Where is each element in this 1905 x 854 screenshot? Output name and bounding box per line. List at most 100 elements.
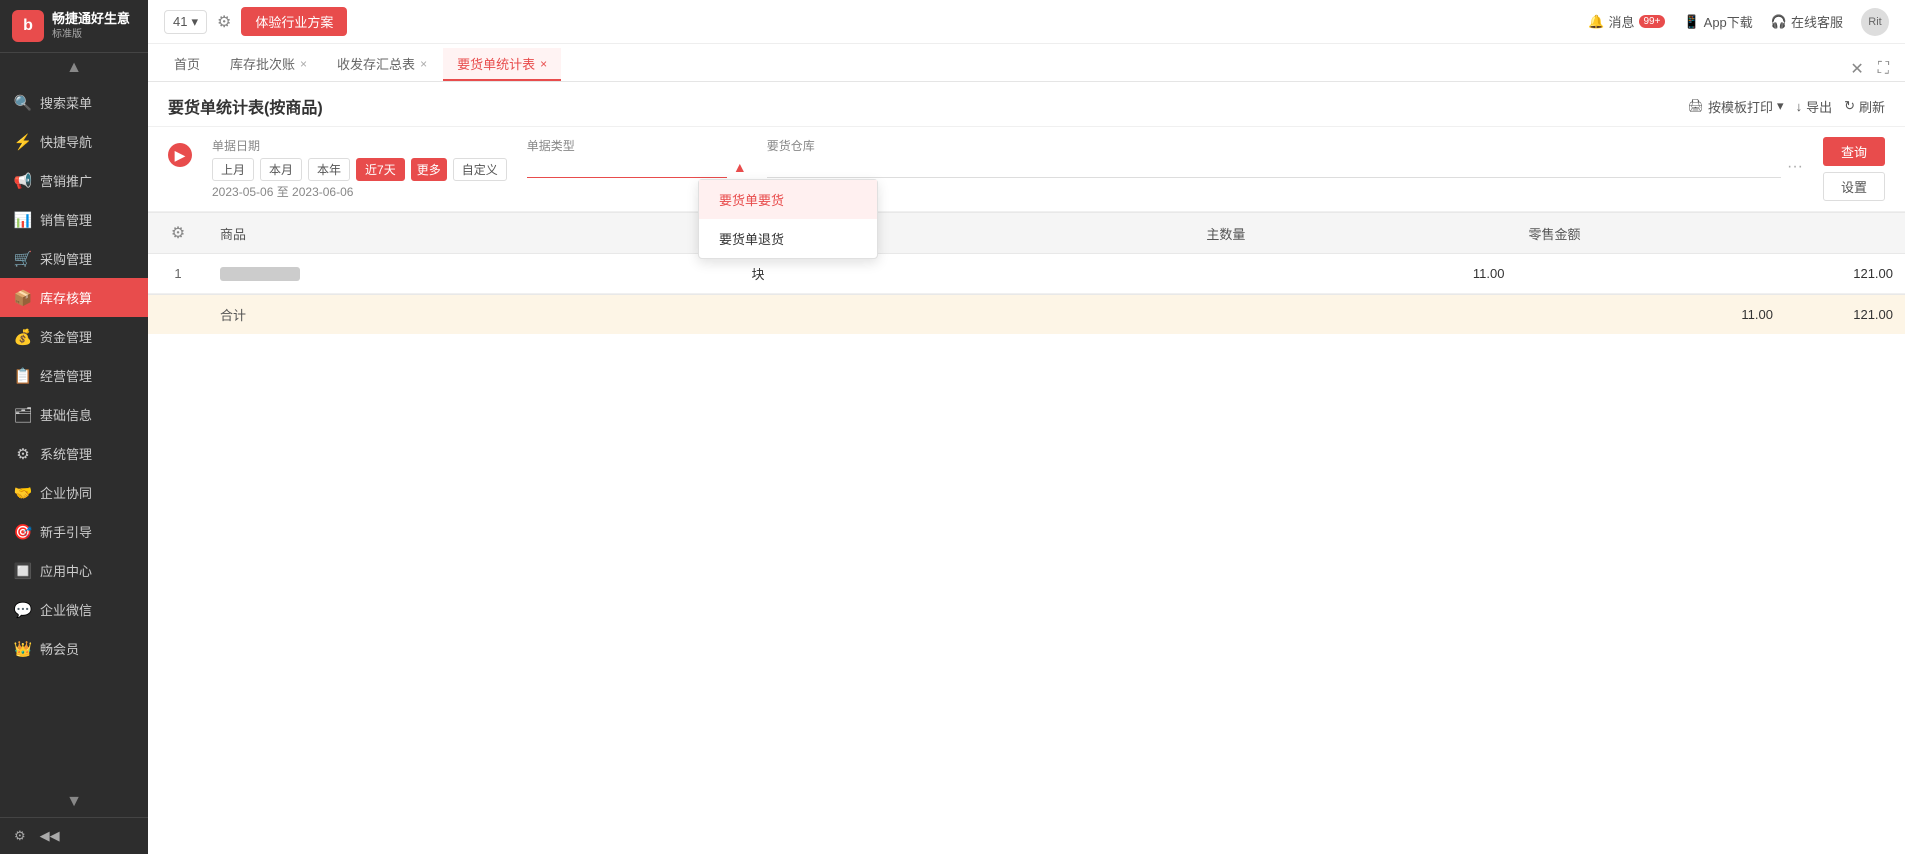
sidebar-item-marketing[interactable]: 📢 营销推广 [0, 161, 148, 200]
date-btn-more[interactable]: 更多 [411, 158, 447, 181]
trial-btn[interactable]: 体验行业方案 [241, 7, 347, 36]
col-settings: ⚙ [148, 213, 208, 254]
sidebar-scroll-up[interactable]: ▲ [0, 53, 148, 83]
sidebar-item-operations[interactable]: 📋 经营管理 [0, 356, 148, 395]
tab-order-stats-label: 要货单统计表 [457, 54, 535, 73]
messages-btn[interactable]: 🔔 消息 99+ [1588, 12, 1665, 31]
tab-order-stats[interactable]: 要货单统计表 × [443, 48, 561, 81]
top-header: 41 ▾ ⚙ 体验行业方案 🔔 消息 99+ 📱 App下载 🎧 在线客服 Ri… [148, 0, 1905, 44]
filter-warehouse-group: 要货仓库 ··· [767, 137, 1803, 178]
filter-warehouse-input[interactable] [767, 156, 1781, 178]
filter-type-group: 单据类型 ▲ [527, 137, 747, 178]
column-settings-icon[interactable]: ⚙ [171, 225, 185, 242]
tab-inventory-batch-label: 库存批次账 [230, 54, 295, 73]
store-selector[interactable]: 41 ▾ [164, 10, 207, 34]
sidebar-item-enterprise[interactable]: 🤝 企业协同 [0, 473, 148, 512]
filter-expand-btn[interactable]: ▶ [168, 143, 192, 167]
sidebar-settings-btn[interactable]: ⚙ [14, 828, 26, 844]
clipboard-icon: 📋 [14, 367, 32, 385]
row-unit: 块 [740, 254, 1195, 294]
print-icon: 🖨 [1688, 98, 1705, 114]
sidebar-item-guide[interactable]: 🎯 新手引导 [0, 512, 148, 551]
tab-order-stats-close[interactable]: × [540, 57, 547, 71]
print-btn[interactable]: 🖨 按模板打印 ▾ [1688, 97, 1784, 116]
sidebar-item-basic-info[interactable]: 🗂 基础信息 [0, 395, 148, 434]
phone-icon: 📱 [1683, 14, 1699, 30]
dropdown-item-order-goods[interactable]: 要货单要货 [699, 180, 877, 219]
money-icon: 💰 [14, 328, 32, 346]
export-icon: ↓ [1796, 99, 1803, 114]
chevron-down-icon: ▼ [66, 793, 82, 811]
sidebar-item-sales[interactable]: 📊 销售管理 [0, 200, 148, 239]
filter-type-input-row: ▲ [527, 156, 747, 178]
sidebar-item-label: 销售管理 [40, 210, 92, 229]
filter-type-arrow-up-icon[interactable]: ▲ [733, 159, 747, 175]
date-btn-prev-month[interactable]: 上月 [212, 158, 254, 181]
tab-home[interactable]: 首页 [160, 48, 214, 81]
handshake-icon: 🤝 [14, 484, 32, 502]
table-footer: 合计 11.00 121.00 [148, 294, 1905, 334]
sidebar-item-enterprise-wechat[interactable]: 💬 企业微信 [0, 590, 148, 629]
settings-filter-btn[interactable]: 设置 [1823, 172, 1885, 201]
title-actions: 🖨 按模板打印 ▾ ↓ 导出 ↻ 刷新 [1688, 97, 1886, 116]
megaphone-icon: 📢 [14, 172, 32, 190]
date-btn-last7days[interactable]: 近7天 [356, 158, 405, 181]
sidebar-item-purchase[interactable]: 🛒 采购管理 [0, 239, 148, 278]
sidebar-item-app-center[interactable]: 🔲 应用中心 [0, 551, 148, 590]
filter-type-input[interactable] [527, 156, 727, 178]
page-title: 要货单统计表(按商品) [168, 94, 323, 118]
sidebar-item-search[interactable]: 🔍 搜索菜单 [0, 83, 148, 122]
row-index: 1 [148, 254, 208, 294]
query-btn[interactable]: 查询 [1823, 137, 1885, 166]
tab-receivable-summary-close[interactable]: × [420, 57, 427, 71]
sidebar-item-system[interactable]: ⚙ 系统管理 [0, 434, 148, 473]
data-table: ⚙ 商品 主计量单位 主数量 零售金额 1 [148, 212, 1905, 294]
logo-sub: 标准版 [52, 28, 130, 41]
online-service-btn[interactable]: 🎧 在线客服 [1771, 12, 1843, 31]
sidebar-menu: 🔍 搜索菜单 ⚡ 快捷导航 📢 营销推广 📊 销售管理 🛒 采购管理 📦 库存核… [0, 83, 148, 787]
sidebar-item-members[interactable]: 👑 畅会员 [0, 629, 148, 668]
sidebar-item-label: 经营管理 [40, 366, 92, 385]
date-btn-custom[interactable]: 自定义 [453, 158, 507, 181]
page-inner: 要货单统计表(按商品) 🖨 按模板打印 ▾ ↓ 导出 ↻ 刷新 [148, 82, 1905, 854]
date-btn-curr-year[interactable]: 本年 [308, 158, 350, 181]
tab-expand-btn[interactable]: ⛶ [1874, 58, 1893, 80]
row-product [208, 254, 740, 294]
col-product: 商品 [208, 213, 740, 254]
tab-receivable-summary-label: 收发存汇总表 [337, 54, 415, 73]
row-amount: 121.00 [1516, 254, 1905, 294]
top-right: 🔔 消息 99+ 📱 App下载 🎧 在线客服 Rit [1588, 8, 1889, 36]
sidebar-bottom: ⚙ ◀◀ [0, 817, 148, 854]
table-container: ⚙ 商品 主计量单位 主数量 零售金额 1 [148, 212, 1905, 294]
dropdown-arrow-icon: ▾ [191, 14, 198, 30]
app-download-btn[interactable]: 📱 App下载 [1683, 12, 1752, 31]
main-area: 41 ▾ ⚙ 体验行业方案 🔔 消息 99+ 📱 App下载 🎧 在线客服 Ri… [148, 0, 1905, 854]
export-btn[interactable]: ↓ 导出 [1796, 97, 1833, 116]
sidebar-scroll-down[interactable]: ▼ [0, 787, 148, 817]
filter-warehouse-label: 要货仓库 [767, 137, 1803, 154]
sidebar-item-quick-nav[interactable]: ⚡ 快捷导航 [0, 122, 148, 161]
sidebar-item-inventory[interactable]: 📦 库存核算 [0, 278, 148, 317]
sidebar-item-label: 新手引导 [40, 522, 92, 541]
refresh-btn[interactable]: ↻ 刷新 [1844, 97, 1885, 116]
dropdown-item-order-return[interactable]: 要货单退货 [699, 219, 877, 258]
sidebar-logo: b 畅捷通好生意 标准版 [0, 0, 148, 53]
tab-receivable-summary[interactable]: 收发存汇总表 × [323, 48, 441, 81]
footer-quantity: 11.00 [1653, 307, 1773, 322]
filter-warehouse-more-icon[interactable]: ··· [1787, 158, 1803, 176]
sidebar-item-finance[interactable]: 💰 资金管理 [0, 317, 148, 356]
sidebar-collapse-btn[interactable]: ◀◀ [40, 828, 60, 844]
date-btn-curr-month[interactable]: 本月 [260, 158, 302, 181]
row-quantity: 11.00 [1194, 254, 1516, 294]
print-dropdown-icon: ▾ [1777, 98, 1784, 114]
page-title-bar: 要货单统计表(按商品) 🖨 按模板打印 ▾ ↓ 导出 ↻ 刷新 [148, 82, 1905, 127]
tab-close-all-btn[interactable]: ✕ [1846, 57, 1867, 81]
avatar[interactable]: Rit [1861, 8, 1889, 36]
tab-inventory-batch-close[interactable]: × [300, 57, 307, 71]
sidebar-item-label: 企业微信 [40, 600, 92, 619]
header-settings-icon[interactable]: ⚙ [217, 12, 231, 32]
tab-inventory-batch[interactable]: 库存批次账 × [216, 48, 321, 81]
top-left: 41 ▾ ⚙ 体验行业方案 [164, 7, 347, 36]
gear-icon: ⚙ [14, 445, 32, 463]
search-icon: 🔍 [14, 94, 32, 112]
